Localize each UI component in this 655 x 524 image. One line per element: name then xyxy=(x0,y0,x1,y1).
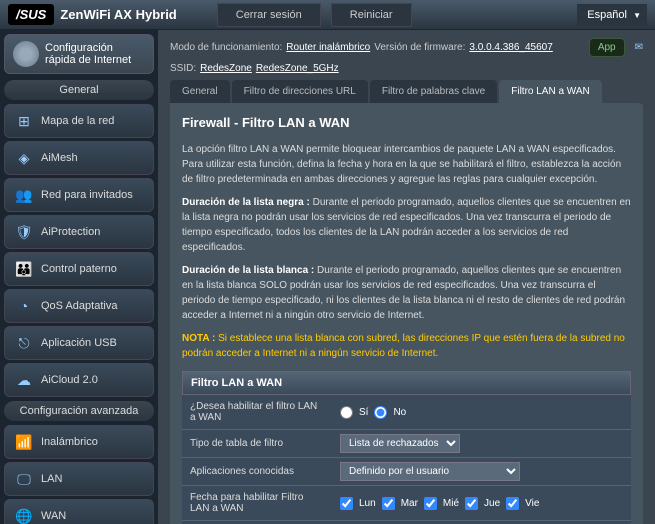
gauge-icon: ◔ xyxy=(13,295,35,317)
nav-guest-network[interactable]: 👥Red para invitados xyxy=(4,178,154,212)
enable-label: ¿Desea habilitar el filtro LAN a WAN xyxy=(182,395,332,429)
quick-setup-label: Configuración rápida de Internet xyxy=(45,42,145,66)
nav-wireless[interactable]: 📶Inalámbrico xyxy=(4,425,154,459)
enable-yes-radio[interactable] xyxy=(340,406,353,419)
chk-fri[interactable] xyxy=(506,497,519,510)
tab-url-filter[interactable]: Filtro de direcciones URL xyxy=(232,80,368,103)
usb-icon: ⎋ xyxy=(13,332,35,354)
shield-icon: 🛡 xyxy=(13,221,35,243)
wifi-icon: 📶 xyxy=(13,431,35,453)
nav-aimesh[interactable]: ◈AiMesh xyxy=(4,141,154,175)
wan-icon: 🌐 xyxy=(13,505,35,524)
reboot-button[interactable]: Reiniciar xyxy=(331,3,412,27)
date1-label: Fecha para habilitar Filtro LAN a WAN xyxy=(182,486,332,520)
enable-no-radio[interactable] xyxy=(374,406,387,419)
mesh-icon: ◈ xyxy=(13,147,35,169)
apps-select[interactable]: Definido por el usuario xyxy=(340,462,520,481)
tab-general[interactable]: General xyxy=(170,80,230,103)
mail-icon[interactable]: ✉ xyxy=(635,42,643,53)
product-name: ZenWiFi AX Hybrid xyxy=(60,7,176,22)
nav-aicloud[interactable]: ☁AiCloud 2.0 xyxy=(4,363,154,397)
ssid-2[interactable]: RedesZone_5GHz xyxy=(256,63,339,74)
apps-label: Aplicaciones conocidas xyxy=(182,460,332,483)
globe-icon xyxy=(13,41,39,67)
panel-title: Firewall - Filtro LAN a WAN xyxy=(182,115,631,130)
lan-icon: 🖵 xyxy=(13,468,35,490)
sidebar: Configuración rápida de Internet General… xyxy=(0,30,158,524)
chk-thu[interactable] xyxy=(465,497,478,510)
chk-mon[interactable] xyxy=(340,497,353,510)
section-general: General xyxy=(4,80,154,100)
op-mode-link[interactable]: Router inalámbrico xyxy=(286,42,370,53)
app-badge[interactable]: App xyxy=(589,38,625,57)
chk-tue[interactable] xyxy=(382,497,395,510)
nav-aiprotection[interactable]: 🛡AiProtection xyxy=(4,215,154,249)
brand-logo: /SUS xyxy=(8,4,54,25)
note: NOTA : Si establece una lista blanca con… xyxy=(182,331,631,361)
quick-setup-button[interactable]: Configuración rápida de Internet xyxy=(4,34,154,74)
main-content: Modo de funcionamiento: Router inalámbri… xyxy=(158,30,655,524)
tabletype-select[interactable]: Lista de rechazados xyxy=(340,434,460,453)
panel-intro: La opción filtro LAN a WAN permite bloqu… xyxy=(182,142,631,187)
tab-bar: General Filtro de direcciones URL Filtro… xyxy=(170,80,643,103)
cloud-icon: ☁ xyxy=(13,369,35,391)
nav-parental[interactable]: 👪Control paterno xyxy=(4,252,154,286)
tab-keyword-filter[interactable]: Filtro de palabras clave xyxy=(370,80,497,103)
firmware-link[interactable]: 3.0.0.4.386_45607 xyxy=(469,42,552,53)
logout-button[interactable]: Cerrar sesión xyxy=(217,3,321,27)
tabletype-label: Tipo de tabla de filtro xyxy=(182,432,332,455)
ssid-bar: SSID: RedesZone RedesZone_5GHz xyxy=(170,63,643,74)
language-select[interactable]: Español xyxy=(577,4,647,26)
info-bar: Modo de funcionamiento: Router inalámbri… xyxy=(170,38,643,57)
nav-network-map[interactable]: ⊞Mapa de la red xyxy=(4,104,154,138)
tab-lan-wan-filter[interactable]: Filtro LAN a WAN xyxy=(499,80,602,103)
ssid-1[interactable]: RedesZone xyxy=(200,63,252,74)
chk-wed[interactable] xyxy=(424,497,437,510)
weekday-checks: Lun Mar Mié Jue Vie xyxy=(332,493,631,514)
nav-wan[interactable]: 🌐WAN xyxy=(4,499,154,524)
panel: Firewall - Filtro LAN a WAN La opción fi… xyxy=(170,103,643,524)
parental-icon: 👪 xyxy=(13,258,35,280)
guest-icon: 👥 xyxy=(13,184,35,206)
section-filter: Filtro LAN a WAN xyxy=(182,371,631,395)
nav-qos[interactable]: ◔QoS Adaptativa xyxy=(4,289,154,323)
map-icon: ⊞ xyxy=(13,110,35,132)
nav-lan[interactable]: 🖵LAN xyxy=(4,462,154,496)
nav-usb-app[interactable]: ⎋Aplicación USB xyxy=(4,326,154,360)
section-advanced: Configuración avanzada xyxy=(4,401,154,421)
